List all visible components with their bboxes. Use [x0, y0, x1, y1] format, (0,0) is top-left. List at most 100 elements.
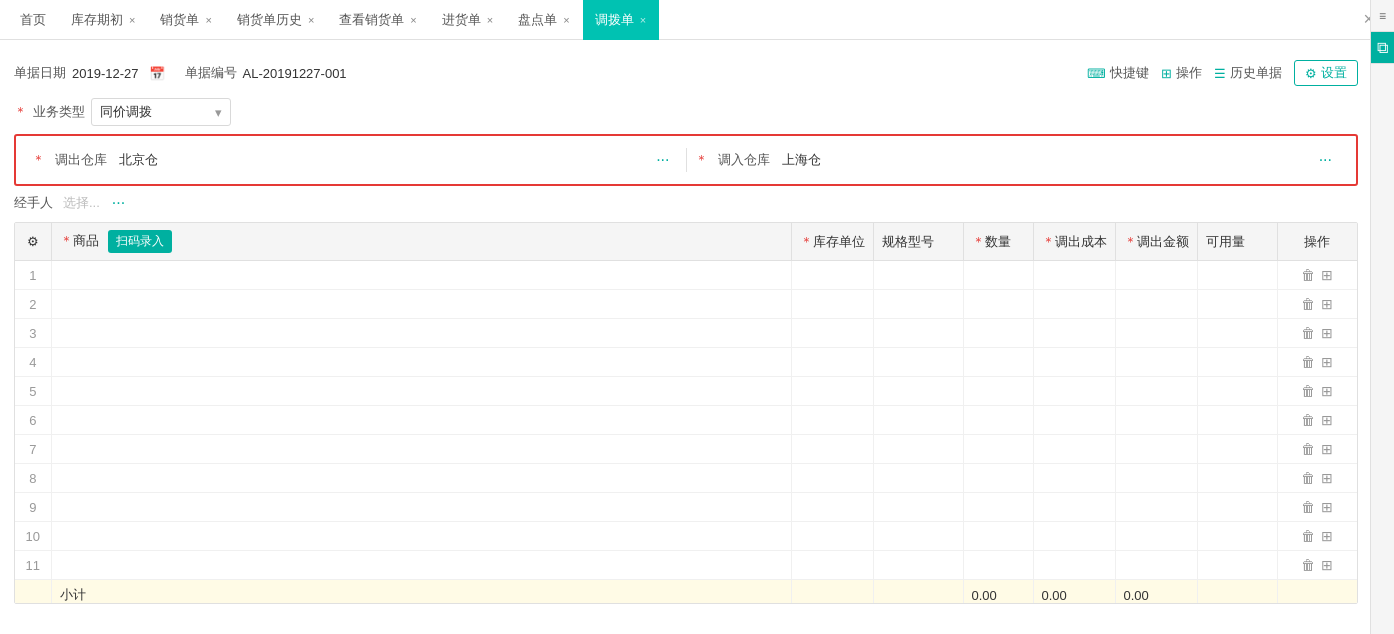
agent-more-button[interactable]: ··· [112, 194, 125, 212]
copy-row-icon[interactable]: ⊞ [1321, 383, 1333, 399]
col-spec: 规格型号 [873, 223, 963, 261]
number-field: 单据编号 AL-20191227-001 [185, 64, 347, 82]
shortcuts-button[interactable]: ⌨ 快捷键 [1087, 64, 1149, 82]
copy-row-icon[interactable]: ⊞ [1321, 325, 1333, 341]
table-row: 11🗑⊞ [15, 551, 1357, 580]
target-warehouse-field: ＊ 调入仓库 上海仓 ··· [695, 151, 1341, 169]
subtotal-row: 小计 0.00 0.00 0.00 [15, 580, 1357, 604]
main-content: 单据日期 2019-12-27 📅 单据编号 AL-20191227-001 ⌨… [0, 40, 1394, 604]
target-required-mark: ＊ [695, 151, 708, 169]
target-warehouse-value: 上海仓 [782, 151, 821, 169]
subtotal-amount: 0.00 [1124, 588, 1149, 603]
delete-row-icon[interactable]: 🗑 [1301, 296, 1315, 312]
table-row: 6🗑⊞ [15, 406, 1357, 435]
close-tab-inventory-count[interactable]: × [563, 14, 569, 26]
shortcuts-icon: ⌨ [1087, 66, 1106, 81]
close-tab-transfer-order[interactable]: × [640, 14, 646, 26]
copy-row-icon[interactable]: ⊞ [1321, 528, 1333, 544]
scan-barcode-button[interactable]: 扫码录入 [108, 230, 172, 253]
copy-row-icon[interactable]: ⊞ [1321, 470, 1333, 486]
delete-row-icon[interactable]: 🗑 [1301, 557, 1315, 573]
business-type-field: ＊ 业务类型 同价调拨 ▾ [14, 98, 231, 126]
sidebar-list-button[interactable]: ≡ [1371, 0, 1395, 32]
date-label: 单据日期 [14, 64, 66, 82]
history-button[interactable]: ☰ 历史单据 [1214, 64, 1282, 82]
tab-sales-history[interactable]: 销货单历史 × [225, 0, 327, 40]
subtotal-cost: 0.00 [1042, 588, 1067, 603]
copy-row-icon[interactable]: ⊞ [1321, 499, 1333, 515]
delete-row-icon[interactable]: 🗑 [1301, 383, 1315, 399]
close-tab-purchase-order[interactable]: × [487, 14, 493, 26]
close-tab-sales-order[interactable]: × [205, 14, 211, 26]
settings-icon: ⚙ [1305, 66, 1317, 81]
delete-row-icon[interactable]: 🗑 [1301, 412, 1315, 428]
warehouse-divider [686, 148, 687, 172]
delete-row-icon[interactable]: 🗑 [1301, 354, 1315, 370]
number-value: AL-20191227-001 [243, 66, 347, 81]
col-cost: ＊调出成本 [1033, 223, 1115, 261]
copy-row-icon[interactable]: ⊞ [1321, 412, 1333, 428]
link-icon: ⧉ [1377, 39, 1388, 57]
calendar-icon[interactable]: 📅 [149, 66, 165, 81]
agent-field: 经手人 选择... ··· [14, 194, 125, 212]
items-table-container: ⚙ ＊商品 扫码录入 ＊库存单位 规格型号 ＊数量 ＊调出成本 ＊调出金额 可用… [14, 222, 1358, 604]
sidebar-link-button[interactable]: ⧉ [1371, 32, 1395, 64]
copy-row-icon[interactable]: ⊞ [1321, 267, 1333, 283]
tab-transfer-order[interactable]: 调拨单 × [583, 0, 659, 40]
business-type-label: 业务类型 [33, 103, 85, 121]
gear-icon: ⚙ [27, 234, 39, 249]
col-settings[interactable]: ⚙ [15, 223, 51, 261]
target-warehouse-more-button[interactable]: ··· [1311, 151, 1340, 169]
table-scroll-area[interactable]: ⚙ ＊商品 扫码录入 ＊库存单位 规格型号 ＊数量 ＊调出成本 ＊调出金额 可用… [15, 223, 1357, 603]
source-warehouse-more-button[interactable]: ··· [648, 151, 677, 169]
form-row-agent: 经手人 选择... ··· [14, 194, 1358, 212]
copy-row-icon[interactable]: ⊞ [1321, 296, 1333, 312]
col-op: 操作 [1277, 223, 1357, 261]
tab-purchase-order[interactable]: 进货单 × [430, 0, 506, 40]
copy-row-icon[interactable]: ⊞ [1321, 557, 1333, 573]
agent-select[interactable]: 选择... [63, 194, 100, 212]
table-header-row: ⚙ ＊商品 扫码录入 ＊库存单位 规格型号 ＊数量 ＊调出成本 ＊调出金额 可用… [15, 223, 1357, 261]
table-row: 3🗑⊞ [15, 319, 1357, 348]
date-field: 单据日期 2019-12-27 📅 [14, 64, 165, 82]
subtotal-qty: 0.00 [972, 588, 997, 603]
delete-row-icon[interactable]: 🗑 [1301, 267, 1315, 283]
table-row: 1🗑⊞ [15, 261, 1357, 290]
list-icon: ≡ [1379, 9, 1386, 23]
table-row: 10🗑⊞ [15, 522, 1357, 551]
close-tab-sales-history[interactable]: × [308, 14, 314, 26]
tab-sales-order[interactable]: 销货单 × [148, 0, 224, 40]
header-row: 单据日期 2019-12-27 📅 单据编号 AL-20191227-001 ⌨… [14, 60, 1358, 86]
table-row: 7🗑⊞ [15, 435, 1357, 464]
form-row-1: ＊ 业务类型 同价调拨 ▾ [14, 98, 1358, 126]
business-type-select[interactable]: 同价调拨 ▾ [91, 98, 231, 126]
close-tab-inventory-init[interactable]: × [129, 14, 135, 26]
tab-bar: 首页 库存期初 × 销货单 × 销货单历史 × 查看销货单 × 进货单 × 盘点… [0, 0, 1394, 40]
delete-row-icon[interactable]: 🗑 [1301, 470, 1315, 486]
delete-row-icon[interactable]: 🗑 [1301, 499, 1315, 515]
table-row: 5🗑⊞ [15, 377, 1357, 406]
tab-inventory-count[interactable]: 盘点单 × [506, 0, 582, 40]
target-warehouse-label: 调入仓库 [718, 151, 770, 169]
business-type-value: 同价调拨 [100, 103, 211, 121]
number-label: 单据编号 [185, 64, 237, 82]
tab-home[interactable]: 首页 [8, 0, 59, 40]
tab-inventory-init[interactable]: 库存期初 × [59, 0, 148, 40]
tab-view-sales[interactable]: 查看销货单 × [327, 0, 429, 40]
copy-row-icon[interactable]: ⊞ [1321, 441, 1333, 457]
col-qty: ＊数量 [963, 223, 1033, 261]
business-type-required: ＊ [14, 103, 27, 121]
col-product: ＊商品 扫码录入 [51, 223, 791, 261]
dropdown-arrow-icon: ▾ [215, 105, 222, 120]
delete-row-icon[interactable]: 🗑 [1301, 528, 1315, 544]
delete-row-icon[interactable]: 🗑 [1301, 325, 1315, 341]
items-table: ⚙ ＊商品 扫码录入 ＊库存单位 规格型号 ＊数量 ＊调出成本 ＊调出金额 可用… [15, 223, 1357, 603]
source-warehouse-value: 北京仓 [119, 151, 158, 169]
date-value: 2019-12-27 [72, 66, 139, 81]
copy-row-icon[interactable]: ⊞ [1321, 354, 1333, 370]
settings-button[interactable]: ⚙ 设置 [1294, 60, 1358, 86]
close-tab-view-sales[interactable]: × [410, 14, 416, 26]
table-row: 8🗑⊞ [15, 464, 1357, 493]
operations-button[interactable]: ⊞ 操作 [1161, 64, 1202, 82]
delete-row-icon[interactable]: 🗑 [1301, 441, 1315, 457]
